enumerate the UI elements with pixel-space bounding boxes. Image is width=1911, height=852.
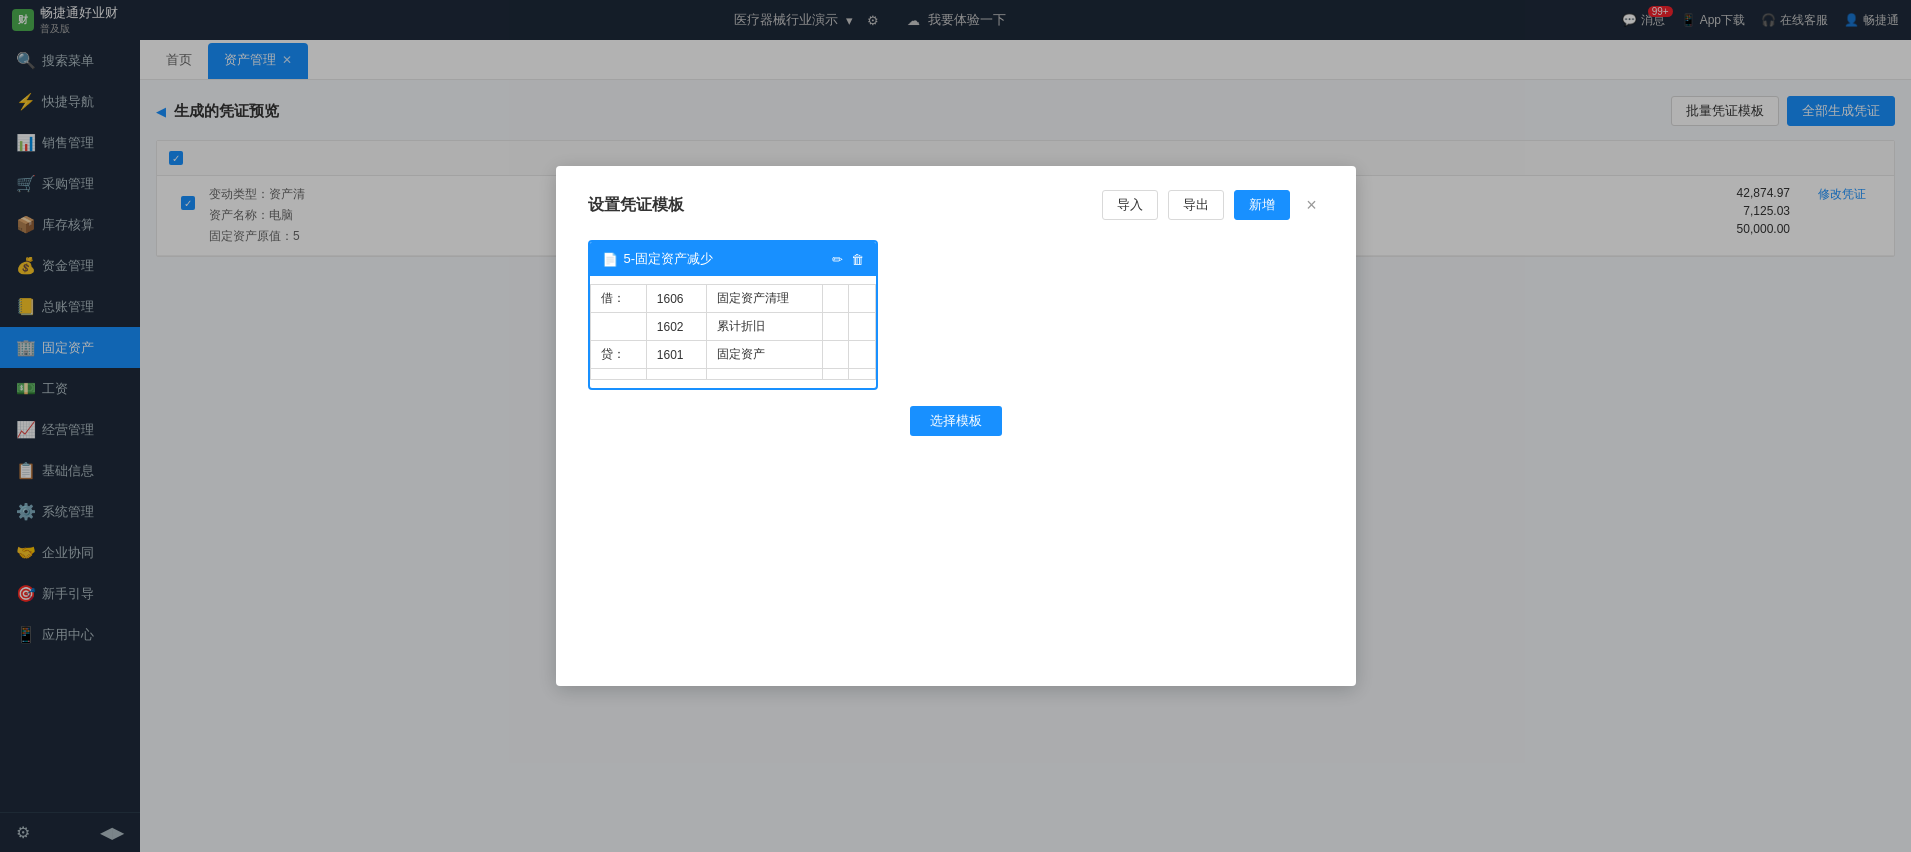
entry-debit: [822, 285, 848, 313]
template-card-header: 📄 5-固定资产减少 ✏ 🗑: [590, 242, 876, 276]
import-button[interactable]: 导入: [1102, 190, 1158, 220]
entry-debit: [822, 313, 848, 341]
template-delete-icon[interactable]: 🗑: [851, 252, 864, 267]
dialog-content: 📄 5-固定资产减少 ✏ 🗑 借： 1606 固定资产清理: [588, 240, 1324, 436]
entry-credit: [849, 285, 875, 313]
select-template-button[interactable]: 选择模板: [910, 406, 1002, 436]
template-edit-icon[interactable]: ✏: [832, 252, 843, 267]
dialog-actions: 导入 导出 新增: [1102, 190, 1290, 220]
template-card-title: 📄 5-固定资产减少: [602, 250, 714, 268]
table-row: 1602 累计折旧: [590, 313, 875, 341]
entry-account: 累计折旧: [706, 313, 822, 341]
entry-type: 借：: [590, 285, 646, 313]
export-button[interactable]: 导出: [1168, 190, 1224, 220]
entry-code: 1606: [646, 285, 706, 313]
table-row: 贷： 1601 固定资产: [590, 341, 875, 369]
template-name: 5-固定资产减少: [624, 250, 714, 268]
table-row: 借： 1606 固定资产清理: [590, 285, 875, 313]
new-button[interactable]: 新增: [1234, 190, 1290, 220]
entry-credit: [849, 313, 875, 341]
dialog-header: 设置凭证模板 导入 导出 新增 ×: [588, 190, 1324, 220]
dialog-title: 设置凭证模板: [588, 195, 684, 216]
template-card: 📄 5-固定资产减少 ✏ 🗑 借： 1606 固定资产清理: [588, 240, 878, 390]
template-card-body: 借： 1606 固定资产清理 1602 累计折旧 贷：: [590, 276, 876, 388]
template-card-actions: ✏ 🗑: [832, 252, 864, 267]
entry-account: 固定资产清理: [706, 285, 822, 313]
entry-type: [590, 313, 646, 341]
entry-type: 贷：: [590, 341, 646, 369]
entry-code: 1601: [646, 341, 706, 369]
dialog: 设置凭证模板 导入 导出 新增 × 📄 5-固定资产减少 ✏ 🗑: [556, 166, 1356, 686]
entry-debit: [822, 341, 848, 369]
entry-code: 1602: [646, 313, 706, 341]
table-row-empty: [590, 369, 875, 380]
dialog-close-button[interactable]: ×: [1300, 193, 1324, 217]
template-doc-icon: 📄: [602, 252, 618, 267]
entry-account: 固定资产: [706, 341, 822, 369]
entry-credit: [849, 341, 875, 369]
template-entries-table: 借： 1606 固定资产清理 1602 累计折旧 贷：: [590, 284, 876, 380]
